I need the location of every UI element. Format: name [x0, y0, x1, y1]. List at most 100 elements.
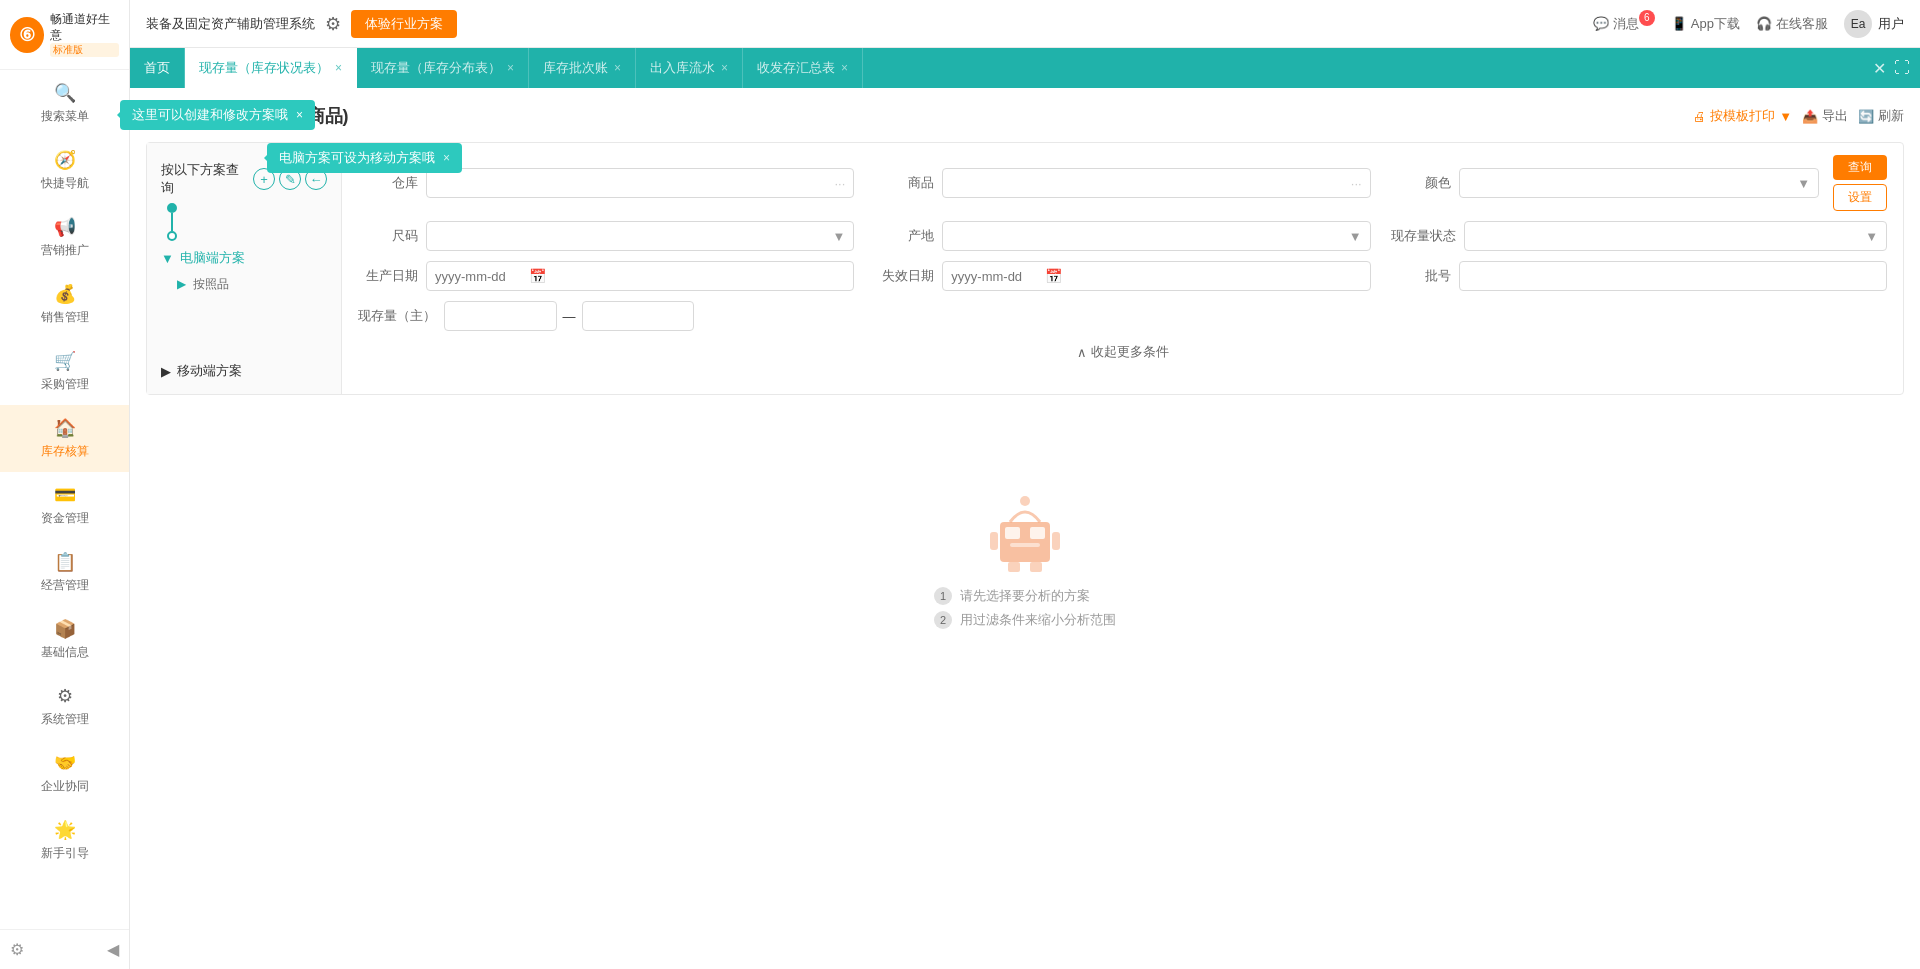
size-label: 尺码 — [358, 227, 418, 245]
tabs-bar: 首页 现存量（库存状况表） × 现存量（库存分布表） × 库存批次账 × 出入库… — [130, 48, 1920, 88]
tab-inventory-status-label: 现存量（库存状况表） — [199, 59, 329, 77]
user-menu-btn[interactable]: Ea 用户 — [1844, 10, 1904, 38]
size-select[interactable]: ▼ — [426, 221, 854, 251]
sidebar-item-label: 资金管理 — [41, 510, 89, 527]
collapse-btn[interactable]: ∧ 收起更多条件 — [1065, 339, 1181, 365]
page-title-actions: 🖨 按模板打印 ▼ 📤 导出 🔄 刷新 — [1693, 107, 1904, 125]
sidebar-item-guide[interactable]: 🌟 新手引导 — [0, 807, 129, 874]
print-btn[interactable]: 🖨 按模板打印 ▼ — [1693, 107, 1792, 125]
reset-btn[interactable]: 设置 — [1833, 184, 1887, 211]
scheme-mobile-item[interactable]: ▶ 移动端方案 — [147, 356, 341, 386]
svg-rect-2 — [1030, 527, 1045, 539]
stock-status-label: 现存量状态 — [1391, 227, 1456, 245]
print-dropdown-icon: ▼ — [1779, 109, 1792, 124]
sidebar-settings-btn[interactable]: ⚙ — [10, 940, 24, 959]
tab-batch-account[interactable]: 库存批次账 × — [529, 48, 636, 88]
tab-collect-summary-label: 收发存汇总表 — [757, 59, 835, 77]
svg-rect-3 — [1010, 543, 1040, 547]
tab-collect-summary[interactable]: 收发存汇总表 × — [743, 48, 863, 88]
edit-popup-close[interactable]: × — [296, 108, 303, 122]
origin-select[interactable]: ▼ — [942, 221, 1370, 251]
expiry-date-text[interactable] — [951, 269, 1041, 284]
color-field: 颜色 ▼ 查询 设置 — [1391, 155, 1887, 211]
production-date-label: 生产日期 — [358, 267, 418, 285]
tab-home[interactable]: 首页 — [130, 48, 185, 88]
sidebar: ⑥ 畅通道好生意 标准版 🔍 搜索菜单 🧭 快捷导航 📢 营销推广 💰 — [0, 0, 130, 969]
expiry-date-label: 失效日期 — [874, 267, 934, 285]
tab-inventory-status[interactable]: 现存量（库存状况表） × — [185, 48, 357, 88]
top-bar-left: 装备及固定资产辅助管理系统 ⚙ 体验行业方案 — [146, 10, 457, 38]
search-btn[interactable]: 查询 — [1833, 155, 1887, 180]
scheme-desktop-item[interactable]: ▼ 电脑端方案 — [147, 243, 341, 273]
tab-inventory-status-close[interactable]: × — [335, 61, 342, 75]
sidebar-item-finance[interactable]: 💳 资金管理 — [0, 472, 129, 539]
experience-btn[interactable]: 体验行业方案 — [351, 10, 457, 38]
arrow-subitem: ▶ — [177, 277, 186, 291]
app-download-btn[interactable]: 📱 App下载 — [1671, 15, 1740, 33]
sidebar-item-purchase[interactable]: 🛒 采购管理 — [0, 338, 129, 405]
tabs-close-btn[interactable]: ✕ — [1873, 59, 1886, 78]
color-dropdown-icon: ▼ — [1797, 176, 1810, 191]
sidebar-item-marketing[interactable]: 📢 营销推广 — [0, 204, 129, 271]
stock-status-select[interactable]: ▼ — [1464, 221, 1887, 251]
origin-field: 产地 ▼ — [874, 221, 1370, 251]
chevron-right-icon: ▶ — [161, 364, 171, 379]
tab-inventory-dist[interactable]: 现存量（库存分布表） × — [357, 48, 529, 88]
goods-dots: ··· — [1351, 176, 1362, 191]
expiry-date-input[interactable]: 📅 — [942, 261, 1370, 291]
sidebar-collapse-btn[interactable]: ◀ — [107, 940, 119, 959]
sidebar-item-system[interactable]: ⚙ 系统管理 — [0, 673, 129, 740]
sidebar-nav: 🔍 搜索菜单 🧭 快捷导航 📢 营销推广 💰 销售管理 🛒 采购管理 🏠 — [0, 70, 129, 929]
connector-area — [147, 203, 341, 241]
sidebar-item-sales[interactable]: 💰 销售管理 — [0, 271, 129, 338]
tab-home-label: 首页 — [144, 59, 170, 77]
sidebar-item-label: 新手引导 — [41, 845, 89, 862]
inventory-icon: 🏠 — [54, 417, 76, 439]
support-icon: 🎧 — [1756, 16, 1772, 31]
origin-label: 产地 — [874, 227, 934, 245]
tab-in-out-flow[interactable]: 出入库流水 × — [636, 48, 743, 88]
tab-batch-account-close[interactable]: × — [614, 61, 621, 75]
settings-gear-icon[interactable]: ⚙ — [325, 13, 341, 35]
step-2-text: 用过滤条件来缩小分析范围 — [960, 611, 1116, 629]
warehouse-dots: ··· — [834, 176, 845, 191]
batch-input[interactable] — [1459, 261, 1887, 291]
sub-scheme-label: 按照品 — [193, 277, 229, 291]
sidebar-item-inventory[interactable]: 🏠 库存核算 — [0, 405, 129, 472]
production-date-input[interactable]: 📅 — [426, 261, 854, 291]
goods-select[interactable]: ··· — [942, 168, 1370, 198]
basic-icon: 📦 — [54, 618, 76, 640]
stock-status-field: 现存量状态 ▼ — [1391, 221, 1887, 251]
svg-rect-8 — [1030, 562, 1042, 572]
production-date-calendar-icon: 📅 — [529, 268, 546, 284]
sidebar-item-operations[interactable]: 📋 经营管理 — [0, 539, 129, 606]
sidebar-item-label: 系统管理 — [41, 711, 89, 728]
stock-main-to[interactable] — [582, 301, 695, 331]
tab-inventory-dist-close[interactable]: × — [507, 61, 514, 75]
tab-in-out-flow-close[interactable]: × — [721, 61, 728, 75]
goods-field: 商品 ··· — [874, 155, 1370, 211]
stock-main-from[interactable] — [444, 301, 557, 331]
messages-btn[interactable]: 💬 消息 6 — [1593, 15, 1655, 33]
phone-icon: 📱 — [1671, 16, 1687, 31]
chevron-down-icon: ▼ — [161, 251, 174, 266]
messages-badge: 6 — [1639, 10, 1655, 26]
user-avatar: Ea — [1844, 10, 1872, 38]
refresh-btn[interactable]: 🔄 刷新 — [1858, 107, 1904, 125]
sidebar-item-basic[interactable]: 📦 基础信息 — [0, 606, 129, 673]
sidebar-item-quick-nav[interactable]: 🧭 快捷导航 — [0, 137, 129, 204]
collapse-up-icon: ∧ — [1077, 345, 1087, 360]
tab-collect-summary-close[interactable]: × — [841, 61, 848, 75]
warehouse-select[interactable]: ··· — [426, 168, 854, 198]
tabs-maximize-btn[interactable]: ⛶ — [1894, 59, 1910, 77]
color-select[interactable]: ▼ — [1459, 168, 1819, 198]
sidebar-item-enterprise[interactable]: 🤝 企业协同 — [0, 740, 129, 807]
production-date-text[interactable] — [435, 269, 525, 284]
main-content: 装备及固定资产辅助管理系统 ⚙ 体验行业方案 💬 消息 6 📱 App下载 🎧 … — [130, 0, 1920, 969]
export-icon: 📤 — [1802, 109, 1818, 124]
sales-icon: 💰 — [54, 283, 76, 305]
sidebar-item-search-menu[interactable]: 🔍 搜索菜单 — [0, 70, 129, 137]
export-btn[interactable]: 📤 导出 — [1802, 107, 1848, 125]
online-support-btn[interactable]: 🎧 在线客服 — [1756, 15, 1828, 33]
scheme-popup-close[interactable]: × — [443, 151, 450, 165]
